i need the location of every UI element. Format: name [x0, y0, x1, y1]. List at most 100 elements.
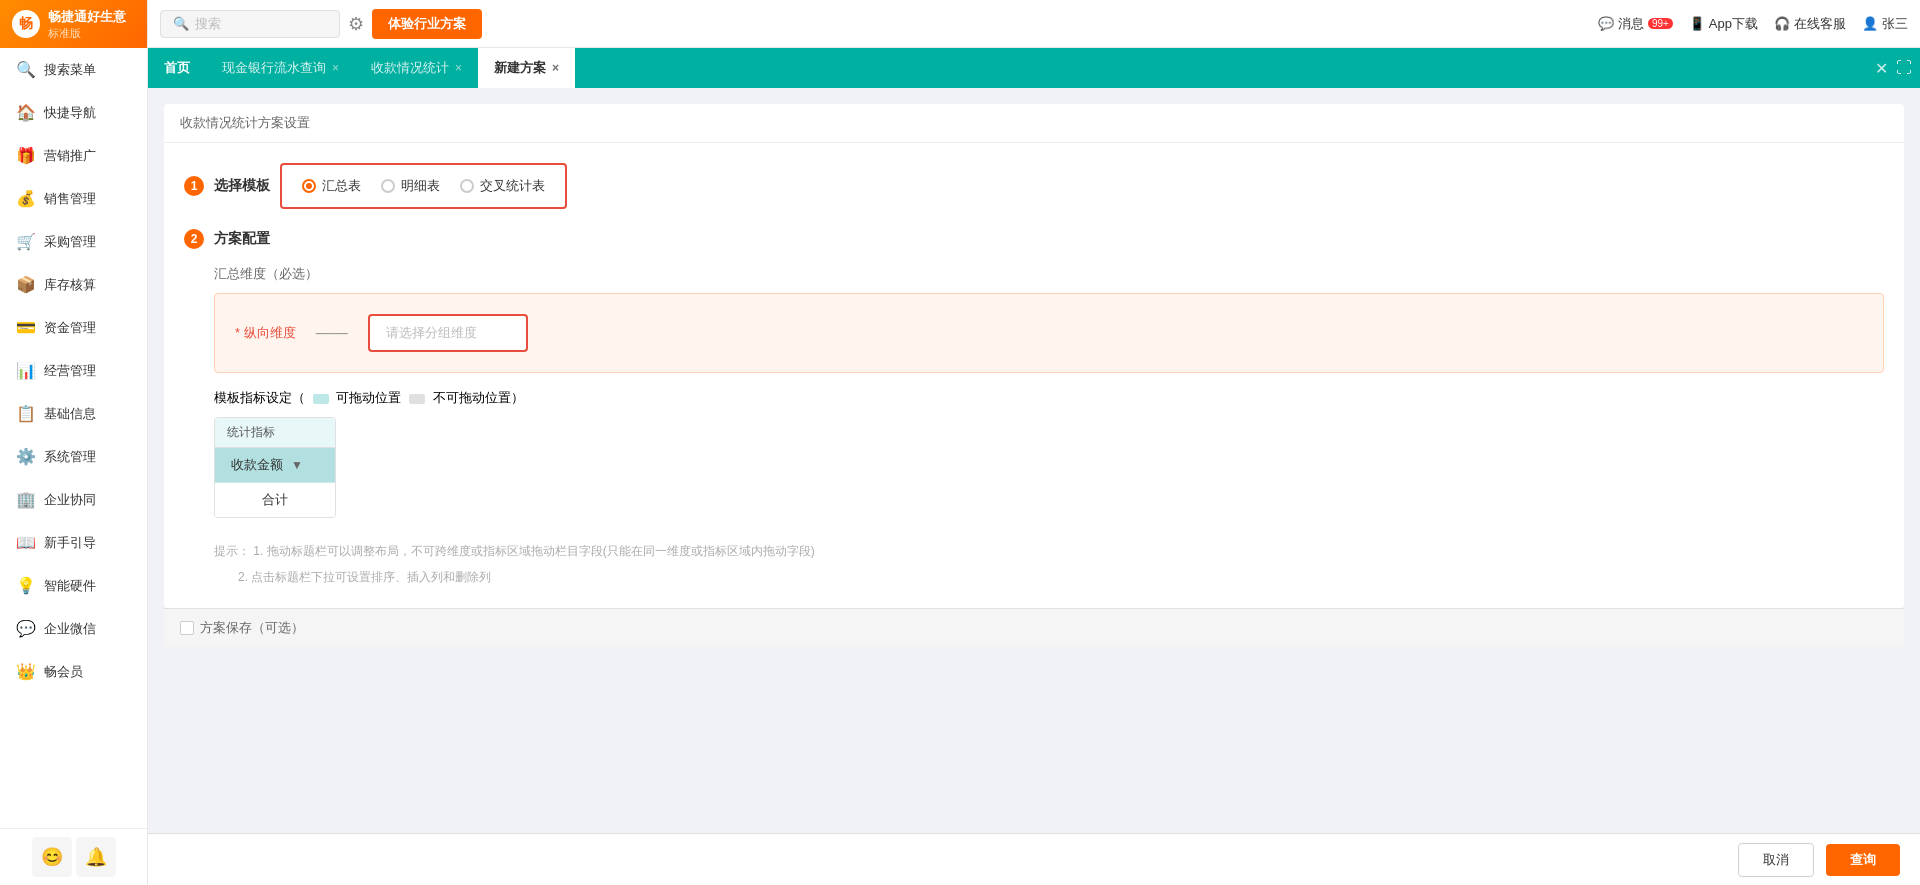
- sidebar-item-marketing[interactable]: 🎁 营销推广: [0, 134, 147, 177]
- indicator-header: 模板指标设定（ 可拖动位置 不可拖动位置）: [214, 389, 1884, 407]
- save-plan-checkbox-label[interactable]: 方案保存（可选）: [180, 619, 304, 637]
- sidebar-item-label: 快捷导航: [44, 104, 96, 122]
- app-download-label: App下载: [1709, 15, 1758, 33]
- form-card: 1 选择模板 汇总表 明细表: [164, 143, 1904, 608]
- tabbar-end: ✕ ⛶: [1875, 59, 1920, 78]
- industry-plan-button[interactable]: 体验行业方案: [372, 9, 482, 39]
- money-icon: 💰: [16, 189, 36, 208]
- tab-expand-btn[interactable]: ⛶: [1896, 59, 1912, 77]
- sidebar-item-inventory[interactable]: 📦 库存核算: [0, 263, 147, 306]
- sidebar-item-label: 经营管理: [44, 362, 96, 380]
- sidebar-footer-btn-2[interactable]: 🔔: [76, 837, 116, 877]
- home-icon: 🏠: [16, 103, 36, 122]
- gear-icon: ⚙️: [16, 447, 36, 466]
- tips-section: 提示： 1. 拖动标题栏可以调整布局，不可跨维度或指标区域拖动栏目字段(只能在同…: [214, 541, 1884, 588]
- content-wrapper: 收款情况统计方案设置 1 选择模板 汇总表: [148, 88, 1920, 885]
- sidebar-item-enterprise[interactable]: 🏢 企业协同: [0, 478, 147, 521]
- sidebar-item-purchase[interactable]: 🛒 采购管理: [0, 220, 147, 263]
- config-section: 2 方案配置 汇总维度（必选） * 纵向维度 ——: [184, 229, 1884, 588]
- radio-cross-btn[interactable]: [460, 179, 474, 193]
- topbar-gear-icon[interactable]: ⚙: [348, 13, 364, 35]
- app-download-btn[interactable]: 📱 App下载: [1689, 15, 1758, 33]
- sidebar-item-label: 资金管理: [44, 319, 96, 337]
- clipboard-icon: 📋: [16, 404, 36, 423]
- sidebar-item-hardware[interactable]: 💡 智能硬件: [0, 564, 147, 607]
- user-name: 张三: [1882, 15, 1908, 33]
- sidebar-footer-btn-1[interactable]: 😊: [32, 837, 72, 877]
- step2-content: 汇总维度（必选） * 纵向维度 —— 请选择分组维度: [184, 265, 1884, 588]
- sidebar-footer: 😊 🔔: [0, 828, 147, 885]
- radio-detail[interactable]: 明细表: [381, 177, 440, 195]
- sidebar-item-guide[interactable]: 📖 新手引导: [0, 521, 147, 564]
- edition-text: 标准版: [48, 26, 126, 41]
- dimension-title: 汇总维度（必选）: [214, 265, 1884, 283]
- card-icon: 💳: [16, 318, 36, 337]
- wechat-icon: 💬: [16, 619, 36, 638]
- topbar-search-box[interactable]: 🔍 搜索: [160, 10, 340, 38]
- save-plan-label: 方案保存（可选）: [200, 619, 304, 637]
- sidebar-item-label: 营销推广: [44, 147, 96, 165]
- radio-cross[interactable]: 交叉统计表: [460, 177, 545, 195]
- cart-icon: 🛒: [16, 232, 36, 251]
- tab-payment-label: 收款情况统计: [371, 59, 449, 77]
- sidebar-item-system[interactable]: ⚙️ 系统管理: [0, 435, 147, 478]
- tip1-text: 1. 拖动标题栏可以调整布局，不可跨维度或指标区域拖动栏目字段(只能在同一维度或…: [253, 544, 814, 558]
- sidebar-item-wechat[interactable]: 💬 企业微信: [0, 607, 147, 650]
- search-icon: 🔍: [173, 16, 189, 31]
- tab-bank-close-icon[interactable]: ×: [332, 61, 339, 75]
- online-service-label: 在线客服: [1794, 15, 1846, 33]
- crown-icon: 👑: [16, 662, 36, 681]
- tab-home-label: 首页: [164, 59, 190, 77]
- tab-bank-label: 现金银行流水查询: [222, 59, 326, 77]
- fixed-legend-dot: [409, 394, 425, 404]
- tab-close-btn[interactable]: ✕: [1875, 59, 1888, 78]
- tab-payment-stat[interactable]: 收款情况统计 ×: [355, 48, 478, 88]
- online-service-btn[interactable]: 🎧 在线客服: [1774, 15, 1846, 33]
- gift-icon: 🎁: [16, 146, 36, 165]
- tab-payment-close-icon[interactable]: ×: [455, 61, 462, 75]
- tab-new-plan-label: 新建方案: [494, 59, 546, 77]
- tab-bank[interactable]: 现金银行流水查询 ×: [206, 48, 355, 88]
- dimension-row-label: 纵向维度: [244, 325, 296, 340]
- sidebar-item-label: 系统管理: [44, 448, 96, 466]
- sidebar-item-operations[interactable]: 📊 经营管理: [0, 349, 147, 392]
- step1-row: 1 选择模板 汇总表 明细表: [184, 163, 1884, 209]
- sidebar-item-label: 畅会员: [44, 663, 83, 681]
- notification-btn[interactable]: 💬 消息 99+: [1598, 15, 1673, 33]
- sidebar-item-member[interactable]: 👑 畅会员: [0, 650, 147, 693]
- dimension-area: * 纵向维度 —— 请选择分组维度: [214, 293, 1884, 373]
- save-plan-checkbox[interactable]: [180, 621, 194, 635]
- service-icon: 🎧: [1774, 16, 1790, 31]
- message-icon: 💬: [1598, 16, 1614, 31]
- sidebar-item-search[interactable]: 🔍 搜索菜单: [0, 48, 147, 91]
- sidebar-item-basic[interactable]: 📋 基础信息: [0, 392, 147, 435]
- sidebar-item-quicknav[interactable]: 🏠 快捷导航: [0, 91, 147, 134]
- sidebar-item-label: 新手引导: [44, 534, 96, 552]
- tab-home[interactable]: 首页: [148, 48, 206, 88]
- stat-cell-amount[interactable]: 收款金额 ▼: [215, 448, 335, 483]
- radio-summary[interactable]: 汇总表: [302, 177, 361, 195]
- radio-summary-btn[interactable]: [302, 179, 316, 193]
- user-info[interactable]: 👤 张三: [1862, 15, 1908, 33]
- user-icon: 👤: [1862, 16, 1878, 31]
- dimension-row-required: * 纵向维度: [235, 324, 296, 342]
- dimension-select[interactable]: 请选择分组维度: [368, 314, 528, 352]
- query-button[interactable]: 查询: [1826, 844, 1900, 876]
- indicator-title-text: 模板指标设定（ 可拖动位置 不可拖动位置）: [214, 389, 524, 407]
- notification-label: 消息: [1618, 15, 1644, 33]
- arrow-icon: ——: [316, 324, 348, 342]
- tab-new-plan[interactable]: 新建方案 ×: [478, 48, 575, 88]
- tab-new-plan-close-icon[interactable]: ×: [552, 61, 559, 75]
- search-placeholder-text: 搜索: [195, 15, 221, 33]
- radio-detail-btn[interactable]: [381, 179, 395, 193]
- sidebar: 畅 畅捷通好生意 标准版 🔍 搜索菜单 🏠 快捷导航 🎁 营销推广 💰 销售管理…: [0, 0, 148, 885]
- sidebar-item-sales[interactable]: 💰 销售管理: [0, 177, 147, 220]
- stat-dropdown-icon[interactable]: ▼: [291, 458, 303, 472]
- cancel-button[interactable]: 取消: [1738, 843, 1814, 877]
- building-icon: 🏢: [16, 490, 36, 509]
- stat-item-label: 收款金额: [231, 456, 283, 474]
- chart-icon: 📊: [16, 361, 36, 380]
- sidebar-item-label: 销售管理: [44, 190, 96, 208]
- sidebar-item-finance[interactable]: 💳 资金管理: [0, 306, 147, 349]
- stat-table: 统计指标 收款金额 ▼ 合计: [214, 417, 336, 518]
